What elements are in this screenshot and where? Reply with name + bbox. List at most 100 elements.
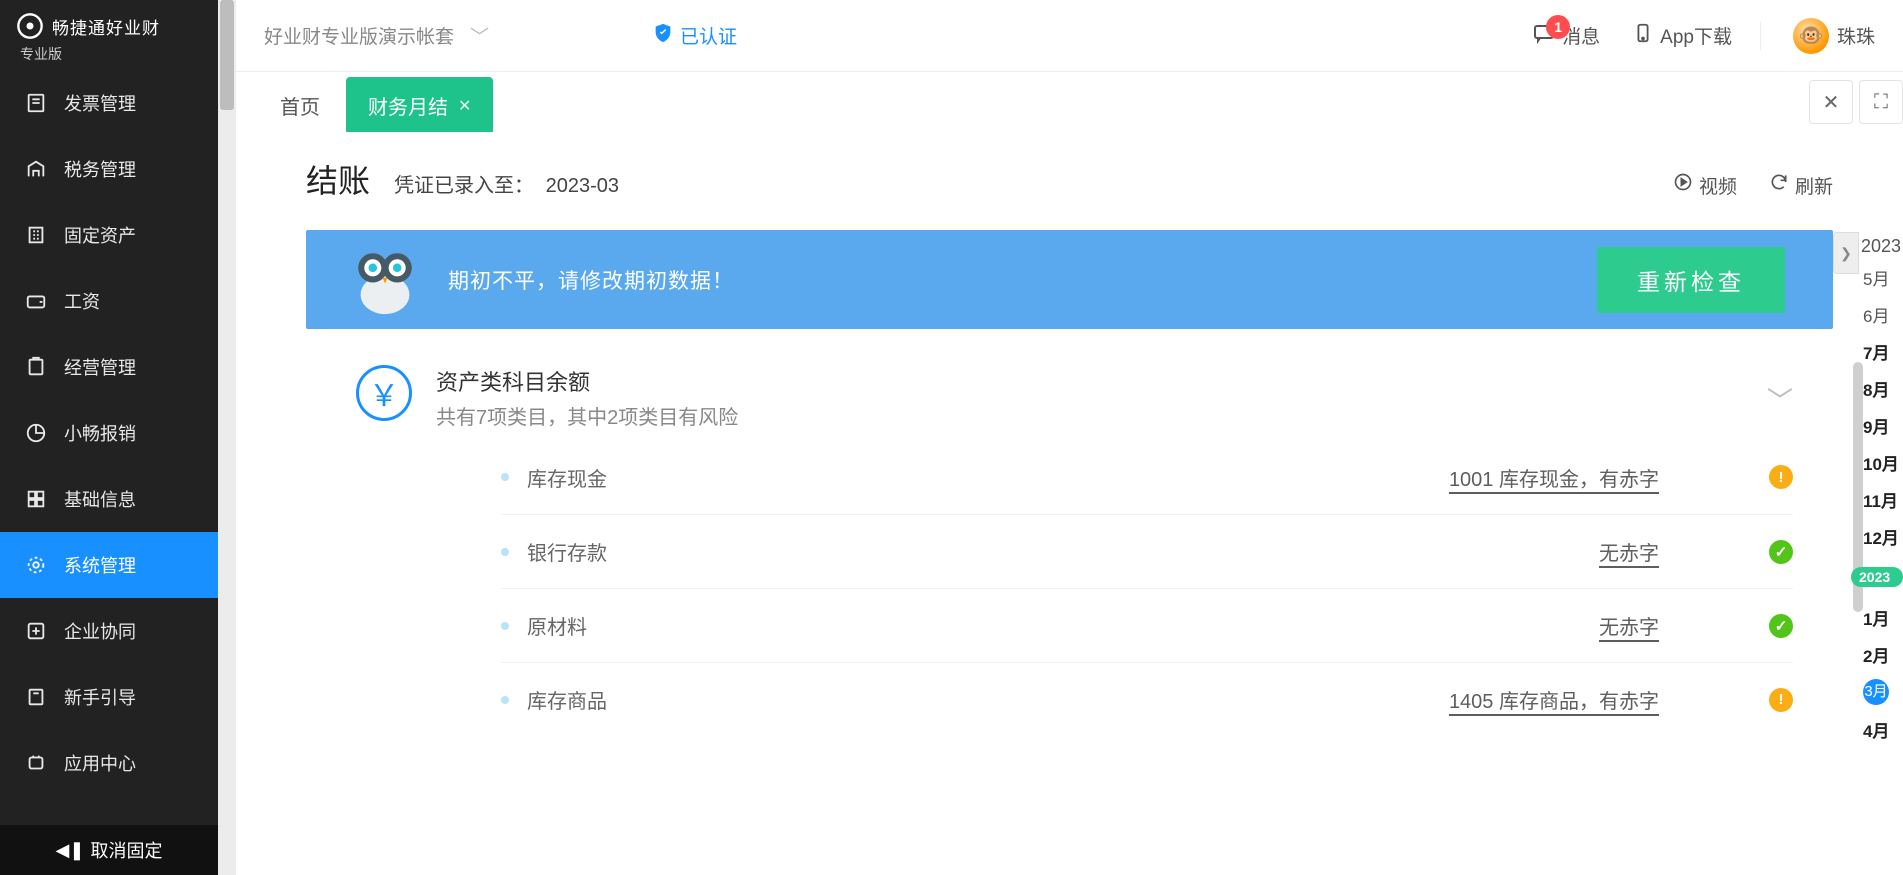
sidebar-item-guide[interactable]: 新手引导	[0, 664, 218, 730]
sidebar-item-label: 发票管理	[64, 90, 136, 116]
page-actions: 视频 刷新	[1673, 172, 1833, 199]
chevron-down-icon: ﹀	[470, 22, 489, 49]
warning-icon: !	[1769, 688, 1793, 712]
sidebar-item-operation[interactable]: 经营管理	[0, 334, 218, 400]
sidebar-item-invoice[interactable]: 发票管理	[0, 70, 218, 136]
play-circle-icon	[1673, 172, 1693, 198]
timeline-month[interactable]: 7月	[1863, 339, 1903, 364]
owl-mascot-icon	[344, 239, 426, 321]
close-icon[interactable]: ✕	[458, 96, 471, 116]
tab-label: 财务月结	[368, 91, 448, 120]
item-name: 库存商品	[527, 685, 607, 714]
list-item: 库存商品 1405 库存商品，有赤字 !	[501, 662, 1793, 736]
expand-timeline-button[interactable]: ❯	[1833, 232, 1859, 274]
timeline-month[interactable]: 4月	[1863, 717, 1903, 742]
item-name: 原材料	[527, 611, 587, 640]
item-detail-link[interactable]: 无赤字	[1599, 611, 1659, 640]
download-label: App下载	[1660, 22, 1732, 49]
checklist: 库存现金 1001 库存现金，有赤字 ! 银行存款 无赤字 ✓ 原材料 无赤字 …	[306, 440, 1833, 736]
building-icon	[24, 223, 48, 247]
sidebar-item-label: 系统管理	[64, 552, 136, 578]
timeline-month[interactable]: 9月	[1863, 413, 1903, 438]
fullscreen-button[interactable]: ⛶	[1859, 80, 1903, 124]
user-name: 珠珠	[1837, 22, 1875, 49]
sidebar-unpin-button[interactable]: ◀❚ 取消固定	[0, 825, 218, 875]
pie-icon	[24, 421, 48, 445]
video-link[interactable]: 视频	[1673, 172, 1737, 199]
month-timeline: ❯ 2023 5月 6月 7月 8月 9月 10月 11月 12月 2023 1…	[1859, 232, 1903, 742]
gear-icon	[24, 553, 48, 577]
timeline-month[interactable]: 5月	[1863, 265, 1903, 290]
tab-label: 首页	[280, 91, 320, 120]
sidebar-header: 畅捷通好业财	[0, 0, 218, 44]
refresh-link[interactable]: 刷新	[1769, 172, 1833, 199]
chevron-down-icon[interactable]: ﹀	[1767, 381, 1793, 418]
tab-home[interactable]: 首页	[258, 77, 342, 132]
video-label: 视频	[1699, 172, 1737, 199]
item-detail-link[interactable]: 1001 库存现金，有赤字	[1449, 463, 1659, 492]
sidebar-item-label: 税务管理	[64, 156, 136, 182]
timeline-month[interactable]: 11月	[1863, 487, 1903, 512]
sidebar-item-tax[interactable]: 税务管理	[0, 136, 218, 202]
sidebar-item-label: 企业协同	[64, 618, 136, 644]
refresh-label: 刷新	[1795, 172, 1833, 199]
item-detail-link[interactable]: 1405 库存商品，有赤字	[1449, 685, 1659, 714]
timeline-year-chip: 2023	[1851, 567, 1903, 587]
certified-label: 已认证	[680, 22, 737, 49]
section-asset-balance: ￥ 资产类科目余额 共有7项类目，其中2项类目有风险 ﹀	[306, 341, 1833, 440]
timeline-month[interactable]: 6月	[1863, 302, 1903, 327]
timeline-month[interactable]: 1月	[1863, 605, 1903, 630]
warning-banner: 期初不平，请修改期初数据！ 重新检查	[306, 230, 1833, 329]
tabs-right-actions: ✕ ⛶	[1809, 80, 1903, 124]
sidebar-item-label: 应用中心	[64, 750, 136, 776]
page-title: 结账	[306, 156, 370, 202]
sidebar-item-label: 小畅报销	[64, 420, 136, 446]
tenant-selector[interactable]: 好业财专业版演示帐套 ﹀	[264, 22, 624, 49]
list-item: 原材料 无赤字 ✓	[501, 588, 1793, 662]
scrollbar-thumb[interactable]	[220, 0, 234, 110]
sidebar-scrollbar[interactable]	[218, 0, 236, 875]
sidebar-item-expense[interactable]: 小畅报销	[0, 400, 218, 466]
bullet-icon	[501, 696, 509, 704]
subtitle-prefix: 凭证已录入至：	[394, 175, 534, 197]
sidebar-item-fixed-assets[interactable]: 固定资产	[0, 202, 218, 268]
refresh-icon	[1769, 172, 1789, 198]
page-subtitle: 凭证已录入至： 2023-03	[394, 169, 619, 198]
sidebar-item-label: 基础信息	[64, 486, 136, 512]
subtitle-date: 2023-03	[546, 175, 619, 197]
tab-monthly-close[interactable]: 财务月结 ✕	[346, 77, 493, 132]
section-title: 资产类科目余额	[436, 365, 738, 397]
timeline-month-current[interactable]: 3月	[1863, 679, 1903, 705]
sidebar-item-system[interactable]: 系统管理	[0, 532, 218, 598]
sidebar-item-collab[interactable]: 企业协同	[0, 598, 218, 664]
bullet-icon	[501, 548, 509, 556]
timeline-month[interactable]: 8月	[1863, 376, 1903, 401]
sidebar: 畅捷通好业财 专业版 发票管理 税务管理 固定资产 工资 经营管理 小畅报销	[0, 0, 218, 875]
timeline-month[interactable]: 10月	[1863, 450, 1903, 475]
book-icon	[24, 685, 48, 709]
sidebar-item-apps[interactable]: 应用中心	[0, 730, 218, 796]
clipboard-icon	[24, 355, 48, 379]
item-detail-link[interactable]: 无赤字	[1599, 537, 1659, 566]
grid-icon	[24, 487, 48, 511]
tenant-name: 好业财专业版演示帐套	[264, 22, 454, 49]
sidebar-item-basic-info[interactable]: 基础信息	[0, 466, 218, 532]
close-tab-button[interactable]: ✕	[1809, 80, 1853, 124]
timeline-month[interactable]: 2月	[1863, 642, 1903, 667]
recheck-button[interactable]: 重新检查	[1597, 247, 1785, 313]
sidebar-items: 发票管理 税务管理 固定资产 工资 经营管理 小畅报销 基础信息 系统管理	[0, 70, 218, 825]
content: 结账 凭证已录入至： 2023-03 视频 刷新	[236, 132, 1903, 875]
sidebar-item-label: 经营管理	[64, 354, 136, 380]
app-download-button[interactable]: App下载	[1632, 22, 1732, 50]
shield-icon	[652, 22, 674, 50]
tax-icon	[24, 157, 48, 181]
section-subtitle: 共有7项类目，其中2项类目有风险	[436, 401, 738, 430]
avatar-icon: 🐵	[1793, 18, 1829, 54]
messages-button[interactable]: 消息 1	[1532, 21, 1600, 51]
timeline-month[interactable]: 12月	[1863, 524, 1903, 549]
sidebar-item-label: 工资	[64, 288, 100, 314]
user-menu[interactable]: 🐵 珠珠	[1793, 18, 1875, 54]
brand-title: 畅捷通好业财	[52, 14, 160, 39]
sidebar-item-payroll[interactable]: 工资	[0, 268, 218, 334]
invoice-icon	[24, 91, 48, 115]
